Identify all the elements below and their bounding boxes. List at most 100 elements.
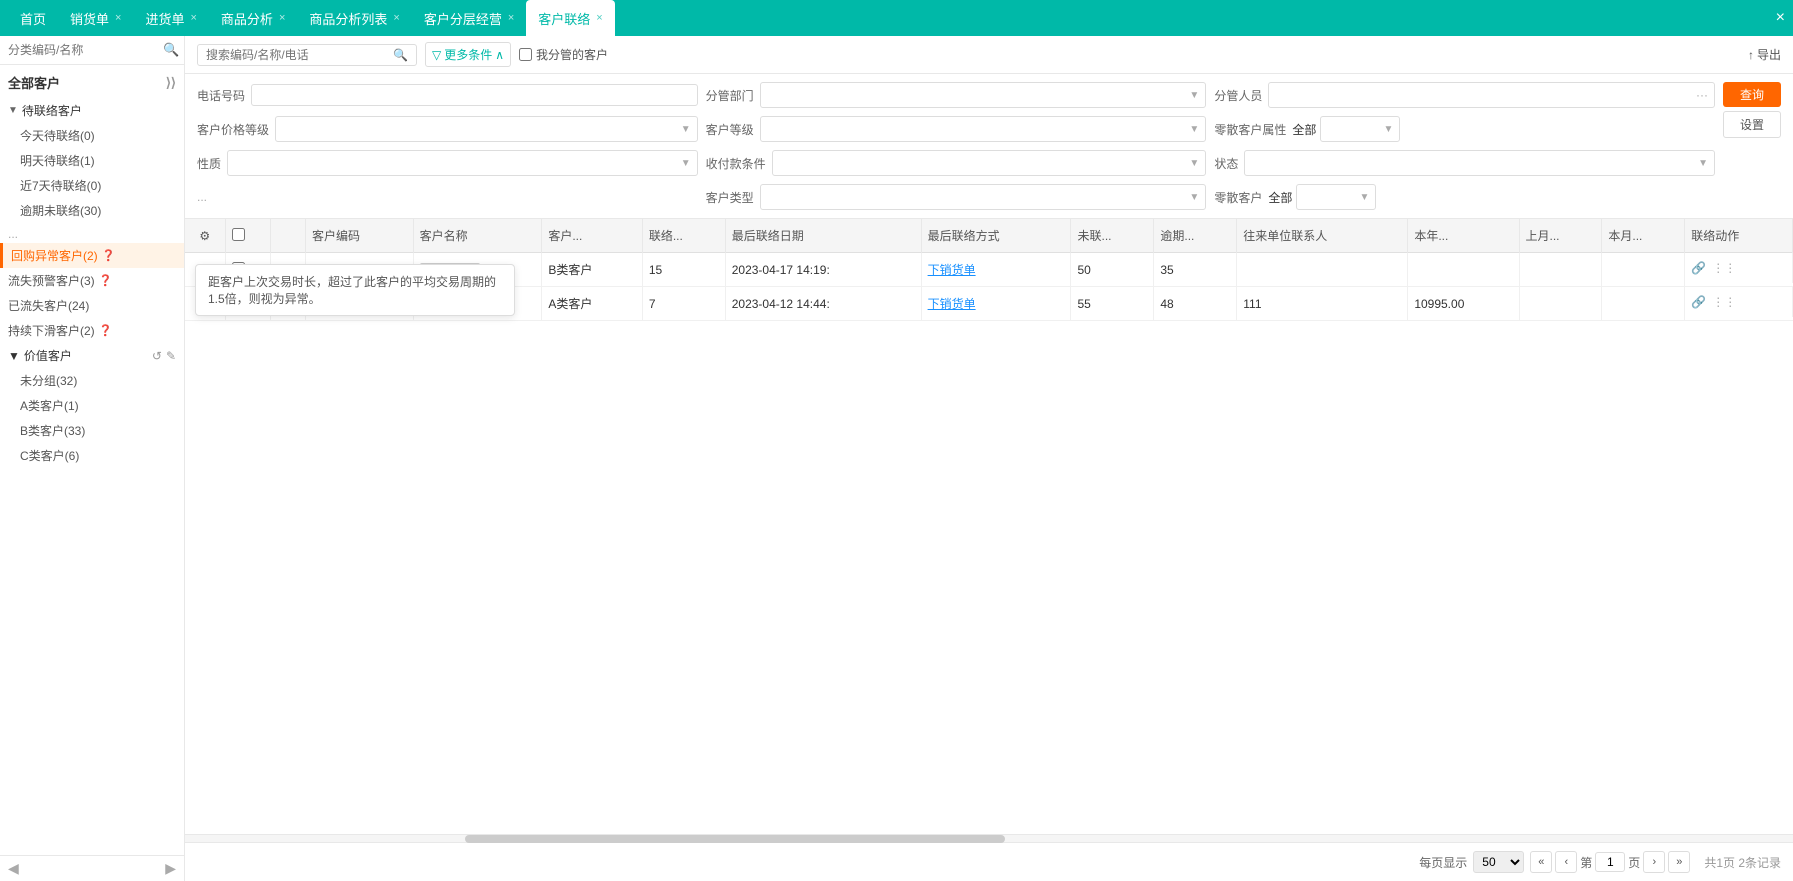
main-search-input[interactable] [206,48,393,62]
customer-level-select[interactable]: ▼ [760,116,1207,142]
nav-tab-home[interactable]: 首页 [8,0,58,36]
refresh-icon[interactable]: ↺ [152,349,162,363]
h-scrollbar-thumb[interactable] [465,835,1005,843]
row1-last-way[interactable]: 下销货单 [921,253,1071,287]
nav-tab-analysis-list[interactable]: 商品分析列表 × [297,0,411,36]
person-select[interactable]: ··· [1268,82,1715,108]
close-customer-contact-tab[interactable]: × [596,12,602,24]
col-contacts-header[interactable]: 联络... [642,219,725,253]
filter-extra-more[interactable]: ... [197,190,207,204]
person-more-icon[interactable]: ··· [1696,88,1708,102]
page-first-btn[interactable]: « [1530,851,1552,873]
col-overdue-header[interactable]: 逾期... [1154,219,1237,253]
sidebar-item-today[interactable]: 今天待联络(0) [0,123,184,148]
sidebar-item-7days[interactable]: 近7天待联络(0) [0,173,184,198]
dept-select[interactable]: ▼ [760,82,1207,108]
edit-icon[interactable]: ✎ [166,349,176,363]
sidebar-collapse-icon[interactable]: ⟩⟩ [166,75,176,91]
col-last-way-header[interactable]: 最后联络方式 [921,219,1071,253]
row1-grid-icon[interactable]: ⋮⋮ [1712,261,1736,275]
col-settings-icon[interactable]: ⚙ [185,219,225,253]
row2-last-way[interactable]: 下销货单 [921,287,1071,321]
row2-link-icon[interactable]: 🔗 [1691,295,1706,309]
close-sales-tab[interactable]: × [115,12,121,24]
sidebar-item-overdue[interactable]: 逾期未联络(30) [0,198,184,223]
retail-attr-chevron-icon: ▼ [1383,124,1393,135]
all-customers-label: 全部客户 [8,73,60,92]
close-analysis-list-tab[interactable]: × [393,12,399,24]
phone-input[interactable] [251,84,698,106]
price-level-select[interactable]: ▼ [275,116,698,142]
page-prev-btn[interactable]: ‹ [1555,851,1577,873]
nav-tab-customer-layer[interactable]: 客户分层经营 × [412,0,526,36]
page-last-btn[interactable]: » [1668,851,1690,873]
status-select[interactable]: ▼ [1244,150,1715,176]
row2-grid-icon[interactable]: ⋮⋮ [1712,295,1736,309]
col-code-header[interactable]: 客户编码 [306,219,414,253]
sidebar-search-input[interactable] [8,43,163,57]
value-section-header[interactable]: ▼ 价值客户 ↺ ✎ [0,343,184,368]
query-button[interactable]: 查询 [1723,82,1781,107]
h-scrollbar-area[interactable] [185,834,1793,842]
page-next-btn[interactable]: › [1643,851,1665,873]
value-triangle-icon: ▼ [8,349,20,363]
my-customers-checkbox[interactable] [519,48,532,61]
nav-tab-analysis[interactable]: 商品分析 × [209,0,297,36]
sidebar-item-declining[interactable]: 持续下滑客户(2) ❓ [0,318,184,343]
filter-action-btns: 查询 设置 [1723,82,1781,138]
col-unreplied-header[interactable]: 未联... [1071,219,1154,253]
sidebar-item-b-class[interactable]: B类客户(33) [0,418,184,443]
nav-tab-customer-contact[interactable]: 客户联络 × [526,0,614,36]
close-purchase-tab[interactable]: × [190,12,196,24]
page-size-select[interactable]: 50 100 200 [1473,851,1524,873]
close-analysis-tab[interactable]: × [279,12,285,24]
customer-type-select[interactable]: ▼ [760,184,1207,210]
col-this-month-header[interactable]: 本月... [1602,219,1685,253]
col-category-header[interactable]: 客户... [542,219,643,253]
settings-button[interactable]: 设置 [1723,111,1781,138]
col-this-year-header[interactable]: 本年... [1408,219,1519,253]
window-close-icon[interactable]: × [1776,9,1785,27]
gender-select[interactable]: ▼ [227,150,698,176]
sidebar-right-arrow[interactable]: ▶ [165,860,176,877]
sidebar-item-churned[interactable]: 已流失客户(24) [0,293,184,318]
sidebar-more-btn[interactable]: ... [0,225,184,243]
col-unit-contacts-header[interactable]: 往来单位联系人 [1237,219,1408,253]
col-checkbox-header[interactable] [225,219,271,253]
pending-section: ▼ 待联络客户 今天待联络(0) 明天待联络(1) 近7天待联络(0) 逾期未联… [0,96,184,225]
col-last-month-header[interactable]: 上月... [1519,219,1602,253]
sidebar-item-churn-warning[interactable]: 流失预警客户(3) ❓ [0,268,184,293]
sidebar-item-tomorrow[interactable]: 明天待联络(1) [0,148,184,173]
pending-section-title[interactable]: ▼ 待联络客户 [0,98,184,123]
pagination: 每页显示 50 100 200 « ‹ 第 页 › » 共1页 2条记录 [185,842,1793,881]
nav-tab-purchase[interactable]: 进货单 × [133,0,208,36]
more-filters-btn[interactable]: ▽ 更多条件 ∧ [425,42,511,67]
filter-row-1: 电话号码 分管部门 ▼ 分管人员 [197,82,1715,108]
customer-type-chevron-icon: ▼ [1189,192,1199,203]
gender-chevron-icon: ▼ [681,158,691,169]
row2-unreplied: 55 [1071,287,1154,321]
sidebar-left-arrow[interactable]: ◀ [8,860,19,877]
col-action-header[interactable]: 联络动作 [1685,219,1793,253]
row1-link-icon[interactable]: 🔗 [1691,261,1706,275]
customer-level-chevron-icon: ▼ [1189,124,1199,135]
export-btn[interactable]: ↑ 导出 [1748,46,1781,63]
retail-select[interactable]: ▼ [1296,184,1376,210]
page-input[interactable] [1595,852,1625,872]
sidebar-item-repurchase-abnormal[interactable]: 回购异常客户(2) ❓ [0,243,184,268]
sidebar-item-a-class[interactable]: A类客户(1) [0,393,184,418]
row2-overdue: 48 [1154,287,1237,321]
col-last-date-header[interactable]: 最后联络日期 [725,219,921,253]
row2-last-date: 2023-04-12 14:44: [725,287,921,321]
retail-attr-select[interactable]: ▼ [1320,116,1400,142]
row1-overdue: 35 [1154,253,1237,287]
chevron-up-icon: ∧ [495,48,504,62]
payment-select[interactable]: ▼ [772,150,1207,176]
select-all-checkbox[interactable] [232,228,245,241]
close-customer-layer-tab[interactable]: × [508,12,514,24]
col-name-header[interactable]: 客户名称 [413,219,542,253]
sidebar-item-c-class[interactable]: C类客户(6) [0,443,184,468]
sidebar-item-ungroup[interactable]: 未分组(32) [0,368,184,393]
nav-tab-sales[interactable]: 销货单 × [58,0,133,36]
top-nav: 首页 销货单 × 进货单 × 商品分析 × 商品分析列表 × 客户分层经营 × … [0,0,1793,36]
